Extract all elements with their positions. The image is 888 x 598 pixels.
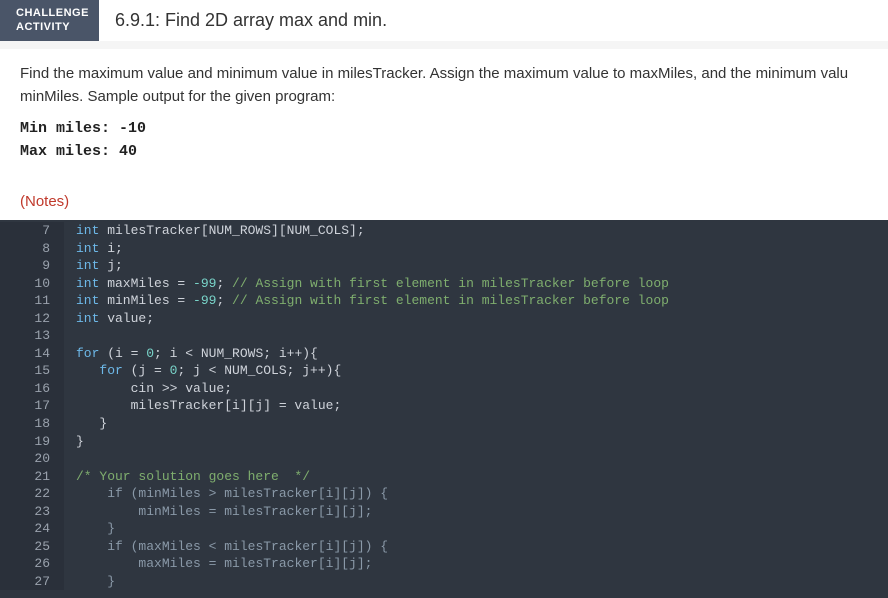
code-line[interactable]: 7int milesTracker[NUM_ROWS][NUM_COLS]; — [0, 222, 888, 240]
code-line[interactable]: 18 } — [0, 415, 888, 433]
code-text[interactable]: for (i = 0; i < NUM_ROWS; i++){ — [64, 345, 318, 363]
line-number: 15 — [0, 362, 64, 380]
sample-output: Min miles: -10 Max miles: 40 — [20, 118, 868, 163]
code-line[interactable]: 11int minMiles = -99; // Assign with fir… — [0, 292, 888, 310]
code-line[interactable]: 14for (i = 0; i < NUM_ROWS; i++){ — [0, 345, 888, 363]
code-line[interactable]: 8int i; — [0, 240, 888, 258]
code-text[interactable]: int minMiles = -99; // Assign with first… — [64, 292, 669, 310]
line-number: 27 — [0, 573, 64, 591]
code-text[interactable]: int i; — [64, 240, 123, 258]
code-text[interactable]: int j; — [64, 257, 123, 275]
code-line[interactable]: 26 maxMiles = milesTracker[i][j]; — [0, 555, 888, 573]
code-line[interactable]: 27 } — [0, 573, 888, 591]
code-text[interactable]: int maxMiles = -99; // Assign with first… — [64, 275, 669, 293]
code-text[interactable]: } — [64, 520, 115, 538]
code-line[interactable]: 19} — [0, 433, 888, 451]
code-line[interactable]: 10int maxMiles = -99; // Assign with fir… — [0, 275, 888, 293]
code-line[interactable]: 16 cin >> value; — [0, 380, 888, 398]
code-text[interactable]: } — [64, 433, 84, 451]
code-text[interactable]: } — [64, 415, 107, 433]
line-number: 7 — [0, 222, 64, 240]
line-number: 12 — [0, 310, 64, 328]
activity-header: CHALLENGE ACTIVITY 6.9.1: Find 2D array … — [0, 0, 888, 41]
code-editor[interactable]: 7int milesTracker[NUM_ROWS][NUM_COLS];8i… — [0, 220, 888, 598]
line-number: 16 — [0, 380, 64, 398]
line-number: 14 — [0, 345, 64, 363]
line-number: 18 — [0, 415, 64, 433]
code-line[interactable]: 22 if (minMiles > milesTracker[i][j]) { — [0, 485, 888, 503]
line-number: 8 — [0, 240, 64, 258]
code-text[interactable]: } — [64, 573, 115, 591]
code-text[interactable]: int value; — [64, 310, 154, 328]
line-number: 20 — [0, 450, 64, 468]
code-text[interactable]: for (j = 0; j < NUM_COLS; j++){ — [64, 362, 341, 380]
notes-link[interactable]: (Notes) — [0, 179, 888, 220]
line-number: 17 — [0, 397, 64, 415]
line-number: 26 — [0, 555, 64, 573]
code-line[interactable]: 20 — [0, 450, 888, 468]
badge-line1: CHALLENGE — [16, 7, 89, 20]
code-text[interactable]: cin >> value; — [64, 380, 232, 398]
line-number: 11 — [0, 292, 64, 310]
code-text[interactable]: if (minMiles > milesTracker[i][j]) { — [64, 485, 388, 503]
challenge-badge: CHALLENGE ACTIVITY — [6, 0, 99, 41]
line-number: 9 — [0, 257, 64, 275]
code-line[interactable]: 23 minMiles = milesTracker[i][j]; — [0, 503, 888, 521]
line-number: 10 — [0, 275, 64, 293]
line-number: 25 — [0, 538, 64, 556]
code-line[interactable]: 25 if (maxMiles < milesTracker[i][j]) { — [0, 538, 888, 556]
badge-line2: ACTIVITY — [16, 21, 89, 34]
code-text[interactable]: minMiles = milesTracker[i][j]; — [64, 503, 372, 521]
code-text[interactable] — [64, 450, 76, 468]
notes-label[interactable]: (Notes) — [20, 193, 69, 210]
problem-text: Find the maximum value and minimum value… — [20, 63, 868, 108]
code-line[interactable]: 21/* Your solution goes here */ — [0, 468, 888, 486]
problem-statement: Find the maximum value and minimum value… — [0, 49, 888, 179]
line-number: 21 — [0, 468, 64, 486]
line-number: 19 — [0, 433, 64, 451]
code-line[interactable]: 15 for (j = 0; j < NUM_COLS; j++){ — [0, 362, 888, 380]
line-number: 24 — [0, 520, 64, 538]
line-number: 22 — [0, 485, 64, 503]
code-line[interactable]: 17 milesTracker[i][j] = value; — [0, 397, 888, 415]
code-text[interactable] — [64, 327, 76, 345]
line-number: 13 — [0, 327, 64, 345]
code-text[interactable]: /* Your solution goes here */ — [64, 468, 310, 486]
code-text[interactable]: maxMiles = milesTracker[i][j]; — [64, 555, 372, 573]
code-line[interactable]: 13 — [0, 327, 888, 345]
code-line[interactable]: 9int j; — [0, 257, 888, 275]
line-number: 23 — [0, 503, 64, 521]
activity-title: 6.9.1: Find 2D array max and min. — [99, 0, 403, 41]
code-line[interactable]: 24 } — [0, 520, 888, 538]
code-text[interactable]: if (maxMiles < milesTracker[i][j]) { — [64, 538, 388, 556]
code-line[interactable]: 12int value; — [0, 310, 888, 328]
code-text[interactable]: milesTracker[i][j] = value; — [64, 397, 341, 415]
code-text[interactable]: int milesTracker[NUM_ROWS][NUM_COLS]; — [64, 222, 365, 240]
